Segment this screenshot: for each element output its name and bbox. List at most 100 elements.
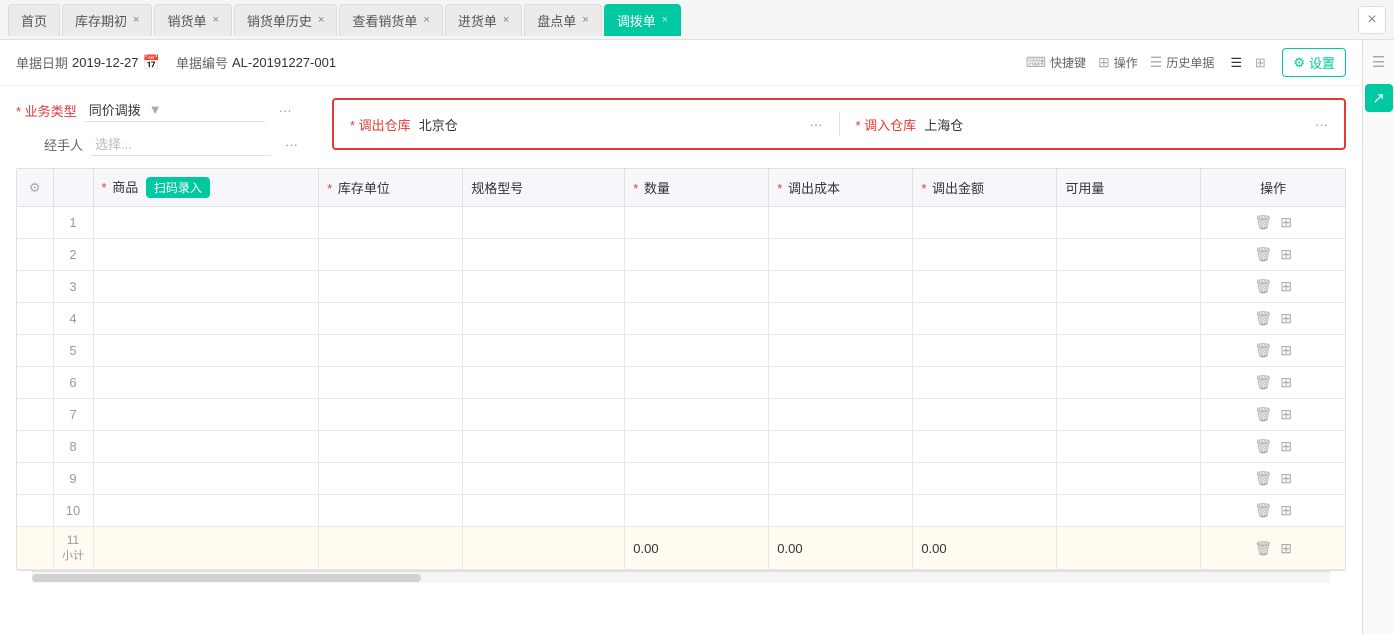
copy-icon[interactable]: ⊞ <box>1280 470 1292 487</box>
row-spec[interactable] <box>463 431 625 463</box>
delete-icon[interactable]: 🗑 <box>1254 438 1272 455</box>
row-spec[interactable] <box>463 239 625 271</box>
scrollbar-thumb[interactable] <box>32 574 421 582</box>
close-icon[interactable]: × <box>423 14 429 26</box>
layout-grid-icon[interactable]: ⊞ <box>1250 53 1270 73</box>
copy-icon[interactable]: ⊞ <box>1280 342 1292 359</box>
tab-inventory-check[interactable]: 盘点单 × <box>524 4 601 36</box>
shortcut-button[interactable]: ⌨ 快捷键 <box>1026 54 1086 71</box>
row-spec[interactable] <box>463 207 625 239</box>
row-product[interactable] <box>93 271 319 303</box>
row-unit[interactable] <box>319 495 463 527</box>
delete-icon[interactable]: 🗑 <box>1254 374 1272 391</box>
row-cost[interactable] <box>769 495 913 527</box>
row-unit[interactable] <box>319 463 463 495</box>
row-spec[interactable] <box>463 303 625 335</box>
close-icon[interactable]: × <box>503 14 509 26</box>
row-cost[interactable] <box>769 431 913 463</box>
delete-icon[interactable]: 🗑 <box>1254 470 1272 487</box>
row-product[interactable] <box>93 303 319 335</box>
out-warehouse-value[interactable]: 北京仓 <box>419 115 458 134</box>
business-type-input[interactable]: 同价调拨 ▼ <box>85 98 265 122</box>
in-warehouse-value[interactable]: 上海仓 <box>924 115 963 134</box>
row-product[interactable] <box>93 399 319 431</box>
tab-transfer-order[interactable]: 调拨单 × <box>604 4 681 36</box>
delete-icon[interactable]: 🗑 <box>1254 406 1272 423</box>
copy-icon[interactable]: ⊞ <box>1280 438 1292 455</box>
copy-icon[interactable]: ⊞ <box>1280 310 1292 327</box>
row-cost[interactable] <box>769 303 913 335</box>
calendar-icon[interactable]: 📅 <box>143 54 160 71</box>
row-amount[interactable] <box>913 335 1057 367</box>
row-product[interactable] <box>93 463 319 495</box>
row-unit[interactable] <box>319 303 463 335</box>
row-spec[interactable] <box>463 367 625 399</box>
row-unit[interactable] <box>319 335 463 367</box>
tab-inventory-init[interactable]: 库存期初 × <box>62 4 152 36</box>
business-type-more-button[interactable]: ··· <box>279 103 292 118</box>
row-amount[interactable] <box>913 303 1057 335</box>
person-input[interactable]: 选择... <box>91 132 271 156</box>
row-cost[interactable] <box>769 207 913 239</box>
out-warehouse-more-button[interactable]: ··· <box>810 117 823 132</box>
row-unit[interactable] <box>319 271 463 303</box>
tab-sales-history[interactable]: 销货单历史 × <box>234 4 337 36</box>
row-product[interactable] <box>93 239 319 271</box>
row-cost[interactable] <box>769 399 913 431</box>
row-unit[interactable] <box>319 367 463 399</box>
row-spec[interactable] <box>463 335 625 367</box>
row-amount[interactable] <box>913 399 1057 431</box>
row-product[interactable] <box>93 431 319 463</box>
scrollbar[interactable] <box>32 571 1330 583</box>
date-value[interactable]: 2019-12-27 <box>72 55 139 70</box>
row-unit[interactable] <box>319 431 463 463</box>
row-qty[interactable] <box>625 303 769 335</box>
close-icon[interactable]: × <box>133 14 139 26</box>
row-spec[interactable] <box>463 463 625 495</box>
row-spec[interactable] <box>463 399 625 431</box>
tab-home[interactable]: 首页 <box>8 4 60 36</box>
delete-icon[interactable]: 🗑 <box>1254 278 1272 295</box>
copy-icon[interactable]: ⊞ <box>1280 374 1292 391</box>
delete-icon[interactable]: 🗑 <box>1254 342 1272 359</box>
delete-icon[interactable]: 🗑 <box>1254 246 1272 263</box>
tab-view-sales[interactable]: 查看销货单 × <box>339 4 442 36</box>
delete-icon[interactable]: 🗑 <box>1254 502 1272 519</box>
row-unit[interactable] <box>319 207 463 239</box>
row-unit[interactable] <box>319 239 463 271</box>
close-icon[interactable]: × <box>582 14 588 26</box>
copy-icon[interactable]: ⊞ <box>1280 214 1292 231</box>
copy-icon[interactable]: ⊞ <box>1280 246 1292 263</box>
close-icon[interactable]: × <box>662 14 668 26</box>
row-product[interactable] <box>93 367 319 399</box>
row-qty[interactable] <box>625 431 769 463</box>
row-qty[interactable] <box>625 399 769 431</box>
delete-icon[interactable]: 🗑 <box>1254 214 1272 231</box>
row-product[interactable] <box>93 335 319 367</box>
close-icon[interactable]: × <box>212 14 218 26</box>
row-cost[interactable] <box>769 335 913 367</box>
copy-icon[interactable]: ⊞ <box>1280 502 1292 519</box>
delete-icon[interactable]: 🗑 <box>1254 540 1272 557</box>
copy-icon[interactable]: ⊞ <box>1280 278 1292 295</box>
row-cost[interactable] <box>769 271 913 303</box>
row-amount[interactable] <box>913 207 1057 239</box>
row-cost[interactable] <box>769 239 913 271</box>
scan-button[interactable]: 扫码录入 <box>146 177 210 198</box>
row-qty[interactable] <box>625 239 769 271</box>
person-more-button[interactable]: ··· <box>285 137 298 152</box>
sidebar-list-icon[interactable]: ☰ <box>1365 48 1393 76</box>
sidebar-export-icon[interactable]: ↗ <box>1365 84 1393 112</box>
copy-icon[interactable]: ⊞ <box>1280 406 1292 423</box>
row-amount[interactable] <box>913 271 1057 303</box>
row-spec[interactable] <box>463 495 625 527</box>
in-warehouse-more-button[interactable]: ··· <box>1315 117 1328 132</box>
settings-icon[interactable]: ⚙ <box>29 180 41 195</box>
row-qty[interactable] <box>625 367 769 399</box>
copy-icon[interactable]: ⊞ <box>1280 540 1292 557</box>
row-amount[interactable] <box>913 367 1057 399</box>
row-amount[interactable] <box>913 239 1057 271</box>
window-close-button[interactable]: × <box>1358 6 1386 34</box>
row-qty[interactable] <box>625 463 769 495</box>
row-amount[interactable] <box>913 495 1057 527</box>
